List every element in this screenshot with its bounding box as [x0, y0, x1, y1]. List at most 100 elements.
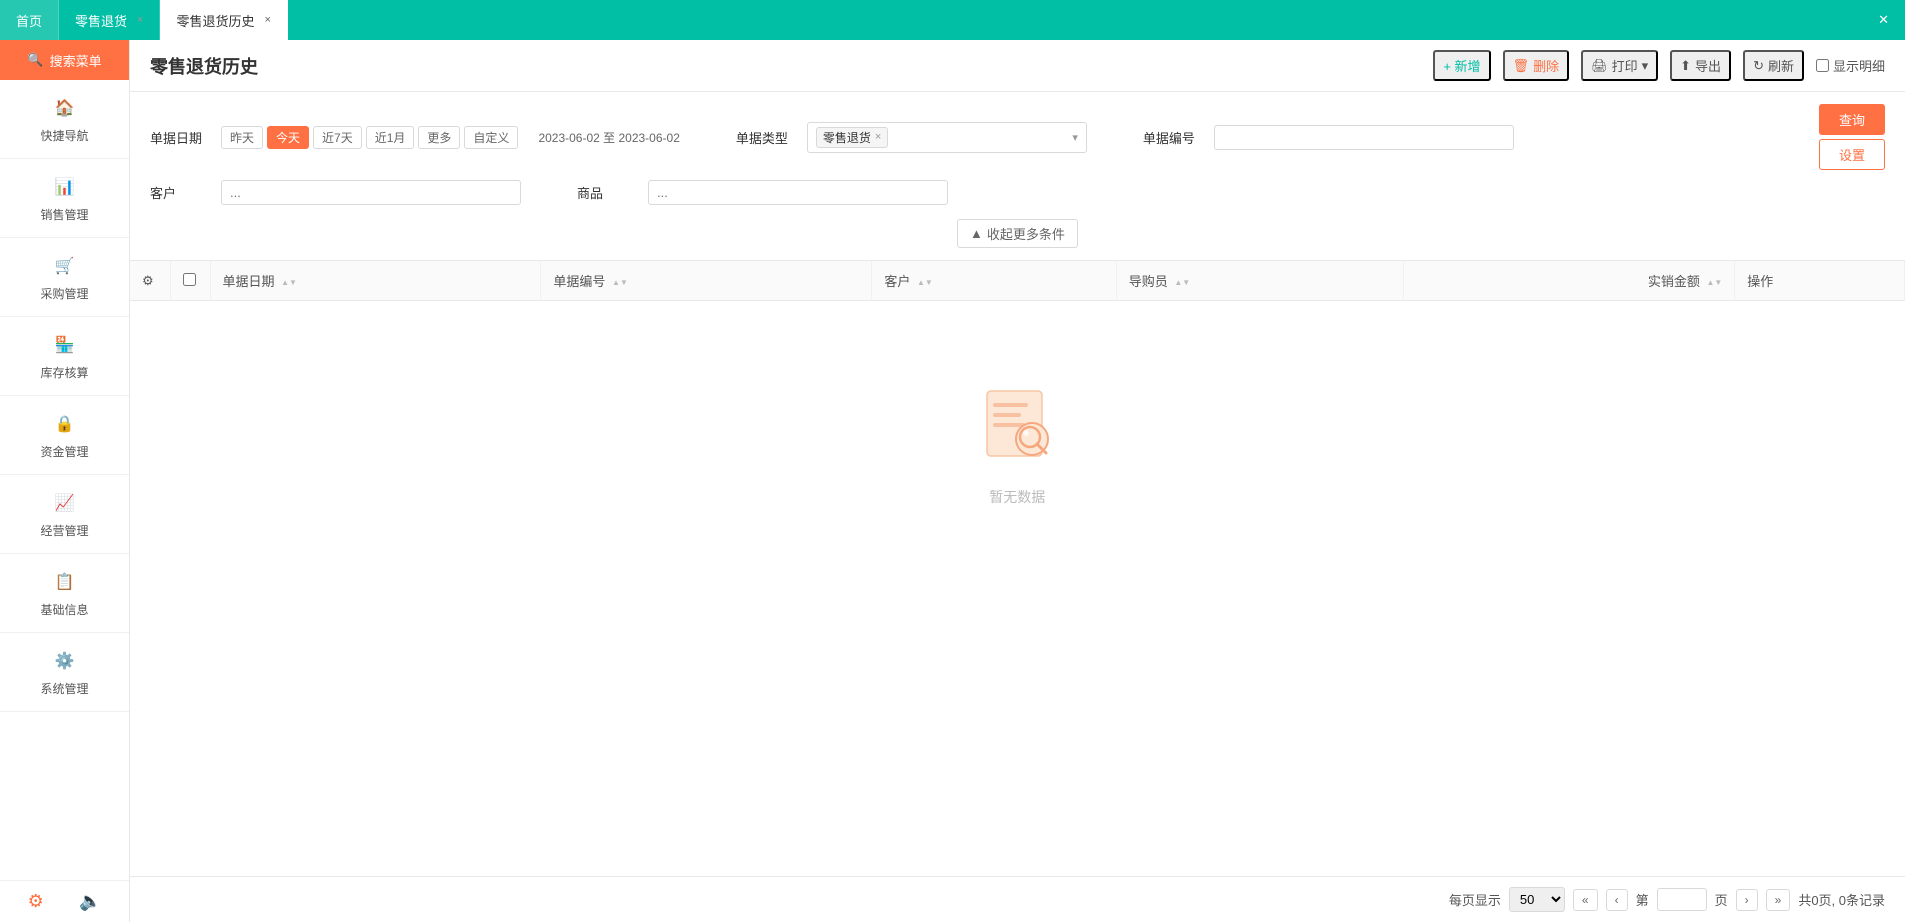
- page-size-label: 每页显示: [1449, 890, 1501, 909]
- collapse-label: 收起更多条件: [987, 224, 1065, 243]
- sales-icon: 📊: [51, 173, 79, 201]
- date-range-display: 2023-06-02 至 2023-06-02: [538, 129, 679, 146]
- page-size-select[interactable]: 10 20 50 100: [1509, 887, 1565, 912]
- th-guide[interactable]: 导购员 ▲▼: [1116, 261, 1404, 301]
- print-button[interactable]: 🖨 打印 ▾: [1581, 50, 1658, 81]
- sidebar-item-purchase-label: 采购管理: [40, 285, 88, 302]
- query-button[interactable]: 查询: [1819, 104, 1885, 135]
- header-actions: + 新增 🗑 删除 🖨 打印 ▾ ⬆ 导出 ↻ 刷新: [1433, 50, 1885, 81]
- refresh-icon: ↻: [1753, 58, 1764, 74]
- tab-home-label: 首页: [16, 11, 42, 30]
- delete-button[interactable]: 🗑 删除: [1503, 50, 1570, 81]
- display-detail-label: 显示明细: [1833, 56, 1885, 75]
- collapse-row: ▲ 收起更多条件: [150, 215, 1885, 248]
- date-btn-more[interactable]: 更多: [418, 126, 460, 149]
- print-icon: 🖨: [1591, 58, 1608, 74]
- date-btn-1month[interactable]: 近1月: [366, 126, 415, 149]
- delete-icon: 🗑: [1513, 58, 1530, 74]
- sidebar-item-quick-nav-label: 快捷导航: [40, 127, 88, 144]
- tab-return-label: 零售退货: [75, 11, 127, 30]
- sort-amount-icon: ▲▼: [1706, 278, 1722, 287]
- volume-icon[interactable]: 🔈: [79, 891, 101, 912]
- date-btn-custom[interactable]: 自定义: [464, 126, 518, 149]
- doc-type-filter-label: 单据类型: [736, 128, 791, 147]
- sidebar-item-finance[interactable]: 🔒 资金管理: [0, 396, 129, 475]
- tab-list: 首页 零售退货 × 零售退货历史 ×: [0, 0, 1862, 40]
- doc-type-remove[interactable]: ×: [875, 131, 881, 143]
- tab-return-close[interactable]: ×: [137, 14, 143, 26]
- table-container: ⚙ 单据日期 ▲▼ 单据编号 ▲▼: [130, 261, 1905, 876]
- empty-text: 暂无数据: [989, 487, 1045, 507]
- export-button[interactable]: ⬆ 导出: [1670, 50, 1731, 81]
- doc-number-filter-label: 单据编号: [1143, 128, 1198, 147]
- empty-state-cell: 暂无数据: [130, 301, 1905, 588]
- settings-gear-icon[interactable]: ⚙: [28, 891, 44, 912]
- pagination-bar: 每页显示 10 20 50 100 « ‹ 第 1 页 › » 共0页, 0条记…: [130, 876, 1905, 922]
- new-button[interactable]: + 新增: [1433, 50, 1490, 81]
- th-customer[interactable]: 客户 ▲▼: [872, 261, 1116, 301]
- doc-type-value: 零售退货: [823, 129, 871, 146]
- sidebar-item-inventory[interactable]: 🏪 库存核算: [0, 317, 129, 396]
- doc-number-input[interactable]: [1214, 125, 1514, 150]
- th-action-label: 操作: [1747, 274, 1773, 289]
- tab-return[interactable]: 零售退货 ×: [59, 0, 160, 40]
- tab-return-history-close[interactable]: ×: [264, 14, 270, 26]
- sidebar-item-basic[interactable]: 📋 基础信息: [0, 554, 129, 633]
- topbar-close[interactable]: ✕: [1862, 12, 1905, 28]
- home-icon: 🏠: [51, 94, 79, 122]
- filter-row-2: 客户 商品: [150, 180, 1885, 205]
- finance-icon: 🔒: [51, 410, 79, 438]
- display-detail-checkbox[interactable]: [1816, 59, 1829, 72]
- sidebar-item-quick-nav[interactable]: 🏠 快捷导航: [0, 80, 129, 159]
- sidebar-item-operation[interactable]: 📈 经营管理: [0, 475, 129, 554]
- goods-input[interactable]: [648, 180, 948, 205]
- sidebar-item-purchase[interactable]: 🛒 采购管理: [0, 238, 129, 317]
- sidebar-search[interactable]: 🔍 搜索菜单: [0, 40, 129, 80]
- table-body: 暂无数据: [130, 301, 1905, 588]
- customer-filter-label: 客户: [150, 183, 205, 202]
- date-btn-today[interactable]: 今天: [267, 126, 309, 149]
- th-amount[interactable]: 实销金额 ▲▼: [1404, 261, 1735, 301]
- page-number-input[interactable]: 1: [1657, 888, 1707, 911]
- next-page-button[interactable]: ›: [1736, 889, 1758, 911]
- sidebar-item-system[interactable]: ⚙️ 系统管理: [0, 633, 129, 712]
- last-page-button[interactable]: »: [1766, 889, 1791, 911]
- collapse-button[interactable]: ▲ 收起更多条件: [957, 219, 1078, 248]
- print-chevron-icon: ▾: [1642, 58, 1649, 74]
- data-table: ⚙ 单据日期 ▲▼ 单据编号 ▲▼: [130, 261, 1905, 587]
- table-header: ⚙ 单据日期 ▲▼ 单据编号 ▲▼: [130, 261, 1905, 301]
- system-icon: ⚙️: [51, 647, 79, 675]
- column-settings-icon[interactable]: ⚙: [142, 273, 154, 288]
- th-amount-label: 实销金额: [1648, 274, 1700, 289]
- select-all-checkbox[interactable]: [183, 273, 196, 286]
- tab-home[interactable]: 首页: [0, 0, 59, 40]
- sidebar-search-label: 搜索菜单: [50, 51, 102, 70]
- doc-type-select[interactable]: 零售退货 × ▾: [807, 122, 1087, 153]
- main-layout: 🔍 搜索菜单 🏠 快捷导航 📊 销售管理 🛒 采购管理 🏪 库存核算 🔒 资金管…: [0, 40, 1905, 922]
- display-detail-toggle[interactable]: 显示明细: [1816, 56, 1885, 75]
- settings-button[interactable]: 设置: [1819, 139, 1885, 170]
- top-bar: 首页 零售退货 × 零售退货历史 × ✕: [0, 0, 1905, 40]
- first-page-button[interactable]: «: [1573, 889, 1598, 911]
- page-word: 第: [1636, 890, 1649, 909]
- content-area: 零售退货历史 + 新增 🗑 删除 🖨 打印 ▾ ⬆ 导出 ↻: [130, 40, 1905, 922]
- customer-input[interactable]: [221, 180, 521, 205]
- refresh-button[interactable]: ↻ 刷新: [1743, 50, 1804, 81]
- sort-date-icon: ▲▼: [281, 278, 297, 287]
- date-btn-yesterday[interactable]: 昨天: [221, 126, 263, 149]
- tab-return-history[interactable]: 零售退货历史 ×: [160, 0, 287, 40]
- empty-state-illustration: [967, 381, 1067, 471]
- sidebar-item-operation-label: 经营管理: [40, 522, 88, 539]
- th-number[interactable]: 单据编号 ▲▼: [541, 261, 872, 301]
- th-checkbox[interactable]: [170, 261, 210, 301]
- prev-page-button[interactable]: ‹: [1606, 889, 1628, 911]
- th-settings[interactable]: ⚙: [130, 261, 170, 301]
- th-guide-label: 导购员: [1129, 274, 1168, 289]
- page-title: 零售退货历史: [150, 53, 258, 79]
- sidebar-item-system-label: 系统管理: [40, 680, 88, 697]
- sidebar-bottom: ⚙ 🔈: [0, 880, 129, 922]
- th-date[interactable]: 单据日期 ▲▼: [210, 261, 541, 301]
- date-btn-7days[interactable]: 近7天: [313, 126, 362, 149]
- sidebar-item-basic-label: 基础信息: [40, 601, 88, 618]
- sidebar-item-sales[interactable]: 📊 销售管理: [0, 159, 129, 238]
